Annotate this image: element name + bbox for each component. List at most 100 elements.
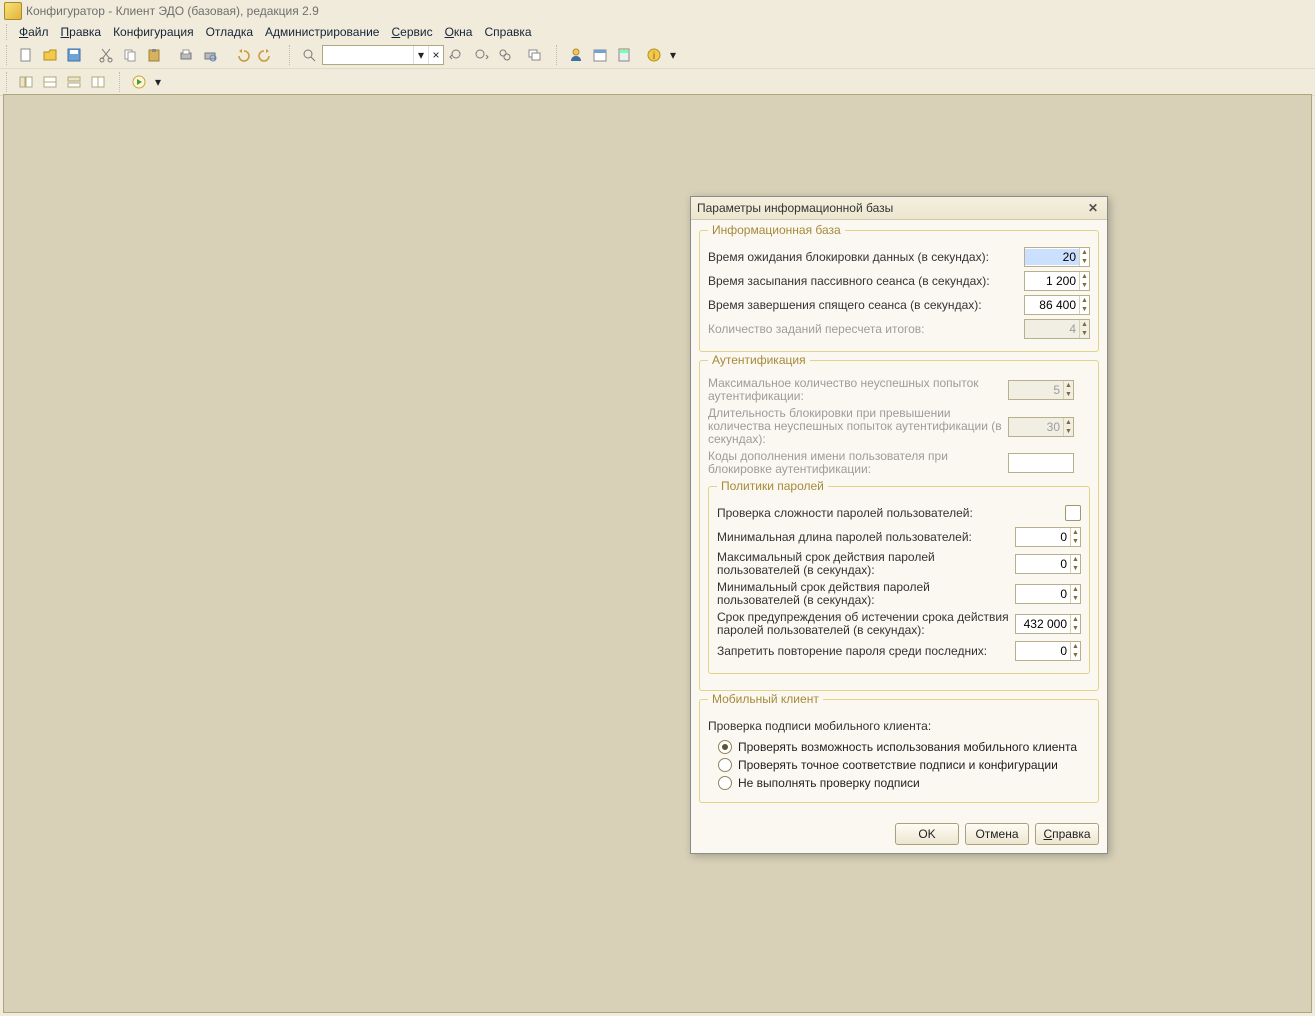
spin-up-icon[interactable]: ▲ bbox=[1071, 585, 1080, 594]
spin-down-icon[interactable]: ▼ bbox=[1071, 564, 1080, 573]
codes-input[interactable] bbox=[1008, 453, 1074, 473]
copy-icon[interactable] bbox=[119, 44, 141, 66]
dialog-buttons: OK Отмена Справка bbox=[691, 819, 1107, 853]
pw-warn-label: Срок предупреждения об истечении срока д… bbox=[717, 611, 1015, 637]
lock-dur-label: Длительность блокировки при превышении к… bbox=[708, 407, 1008, 446]
grip-icon bbox=[6, 24, 11, 40]
app-logo-icon bbox=[4, 2, 22, 20]
cancel-button[interactable]: Отмена bbox=[965, 823, 1029, 845]
pw-hist-input[interactable]: ▲▼ bbox=[1015, 641, 1081, 661]
lock-wait-input[interactable]: ▲▼ bbox=[1024, 247, 1090, 267]
copy-window-icon[interactable] bbox=[524, 44, 546, 66]
panel2-icon[interactable] bbox=[39, 71, 61, 93]
pw-minage-label: Минимальный срок действия паролей пользо… bbox=[717, 581, 1015, 607]
dialog-titlebar[interactable]: Параметры информационной базы ✕ bbox=[691, 197, 1107, 220]
run-icon[interactable] bbox=[128, 71, 150, 93]
radio-icon[interactable] bbox=[718, 776, 732, 790]
chevron-down-icon[interactable]: ▾ bbox=[413, 46, 428, 64]
user-icon[interactable] bbox=[565, 44, 587, 66]
workspace bbox=[3, 94, 1312, 1013]
menu-service[interactable]: Сервис bbox=[385, 23, 438, 41]
spin-down-icon[interactable]: ▼ bbox=[1080, 281, 1089, 290]
search-combo[interactable]: ▾ × bbox=[322, 45, 444, 65]
spin-down-icon[interactable]: ▼ bbox=[1071, 537, 1080, 546]
new-icon[interactable] bbox=[15, 44, 37, 66]
spin-up-icon[interactable]: ▲ bbox=[1071, 642, 1080, 651]
dropdown-run-icon[interactable]: ▾ bbox=[152, 71, 164, 93]
spin-up-icon[interactable]: ▲ bbox=[1080, 248, 1089, 257]
find-next-icon[interactable] bbox=[470, 44, 492, 66]
dialog-title: Параметры информационной базы bbox=[697, 201, 893, 215]
menu-file[interactable]: Файл bbox=[13, 23, 55, 41]
radio-no-check[interactable]: Не выполнять проверку подписи bbox=[718, 776, 1090, 790]
radio-icon[interactable] bbox=[718, 758, 732, 772]
group-legend: Политики паролей bbox=[717, 479, 828, 493]
paste-icon[interactable] bbox=[143, 44, 165, 66]
group-legend: Аутентификация bbox=[708, 353, 810, 367]
radio-check-exact[interactable]: Проверять точное соответствие подписи и … bbox=[718, 758, 1090, 772]
open-icon[interactable] bbox=[39, 44, 61, 66]
pw-check-checkbox[interactable] bbox=[1065, 505, 1081, 521]
grip-icon bbox=[119, 72, 124, 92]
grip-icon bbox=[289, 45, 294, 65]
toolbar-main: ▾ × i ▾ bbox=[0, 42, 1315, 69]
max-fail-label: Максимальное количество неуспешных попыт… bbox=[708, 377, 1008, 403]
menu-admin[interactable]: Администрирование bbox=[259, 23, 385, 41]
menubar: ФайлПравкаКонфигурацияОтладкаАдминистрир… bbox=[0, 22, 1315, 42]
calculator-icon[interactable] bbox=[613, 44, 635, 66]
spin-down-icon[interactable]: ▼ bbox=[1071, 651, 1080, 660]
redo-icon[interactable] bbox=[255, 44, 277, 66]
pw-minlen-input[interactable]: ▲▼ bbox=[1015, 527, 1081, 547]
menu-help[interactable]: Справка bbox=[478, 23, 537, 41]
spin-down-icon[interactable]: ▼ bbox=[1080, 305, 1089, 314]
window-title: Конфигуратор - Клиент ЭДО (базовая), ред… bbox=[26, 4, 319, 18]
panel4-icon[interactable] bbox=[87, 71, 109, 93]
save-icon[interactable] bbox=[63, 44, 85, 66]
spin-down-icon: ▼ bbox=[1064, 390, 1073, 399]
spin-up-icon[interactable]: ▲ bbox=[1071, 615, 1080, 624]
help-icon[interactable]: i bbox=[643, 44, 665, 66]
radio-icon[interactable] bbox=[718, 740, 732, 754]
sleep-end-label: Время завершения спящего сеанса (в секун… bbox=[708, 299, 1024, 312]
spin-up-icon[interactable]: ▲ bbox=[1080, 296, 1089, 305]
pw-maxage-input[interactable]: ▲▼ bbox=[1015, 554, 1081, 574]
lock-wait-label: Время ожидания блокировки данных (в секу… bbox=[708, 251, 1024, 264]
close-icon[interactable]: ✕ bbox=[1085, 200, 1101, 216]
spin-up-icon[interactable]: ▲ bbox=[1071, 528, 1080, 537]
panel3-icon[interactable] bbox=[63, 71, 85, 93]
pw-check-label: Проверка сложности паролей пользователей… bbox=[717, 507, 1065, 520]
sleep-end-input[interactable]: ▲▼ bbox=[1024, 295, 1090, 315]
calendar-icon[interactable] bbox=[589, 44, 611, 66]
pw-warn-input[interactable]: ▲▼ bbox=[1015, 614, 1081, 634]
panel1-icon[interactable] bbox=[15, 71, 37, 93]
spin-up-icon[interactable]: ▲ bbox=[1080, 272, 1089, 281]
spin-up-icon[interactable]: ▲ bbox=[1071, 555, 1080, 564]
spin-down-icon[interactable]: ▼ bbox=[1071, 594, 1080, 603]
menu-windows[interactable]: Окна bbox=[439, 23, 479, 41]
spin-up-icon: ▲ bbox=[1080, 320, 1089, 329]
pw-minage-input[interactable]: ▲▼ bbox=[1015, 584, 1081, 604]
help-button[interactable]: Справка bbox=[1035, 823, 1099, 845]
spin-down-icon[interactable]: ▼ bbox=[1080, 257, 1089, 266]
spin-down-icon[interactable]: ▼ bbox=[1071, 624, 1080, 633]
passive-sleep-label: Время засыпания пассивного сеанса (в сек… bbox=[708, 275, 1024, 288]
dropdown-more-icon[interactable]: ▾ bbox=[667, 44, 679, 66]
print-preview-icon[interactable] bbox=[199, 44, 221, 66]
passive-sleep-input[interactable]: ▲▼ bbox=[1024, 271, 1090, 291]
ok-button[interactable]: OK bbox=[895, 823, 959, 845]
print-icon[interactable] bbox=[175, 44, 197, 66]
menu-config[interactable]: Конфигурация bbox=[107, 23, 200, 41]
pw-minlen-label: Минимальная длина паролей пользователей: bbox=[717, 531, 1015, 544]
menu-edit[interactable]: Правка bbox=[55, 23, 108, 41]
grip-icon bbox=[6, 72, 11, 92]
find-icon[interactable] bbox=[298, 44, 320, 66]
cut-icon[interactable] bbox=[95, 44, 117, 66]
find-prev-icon[interactable] bbox=[446, 44, 468, 66]
find-all-icon[interactable] bbox=[494, 44, 516, 66]
clear-icon[interactable]: × bbox=[428, 46, 443, 64]
radio-label: Не выполнять проверку подписи bbox=[738, 776, 920, 790]
undo-icon[interactable] bbox=[231, 44, 253, 66]
radio-check-usage[interactable]: Проверять возможность использования моби… bbox=[718, 740, 1090, 754]
menu-debug[interactable]: Отладка bbox=[200, 23, 259, 41]
jobs-input: ▲▼ bbox=[1024, 319, 1090, 339]
